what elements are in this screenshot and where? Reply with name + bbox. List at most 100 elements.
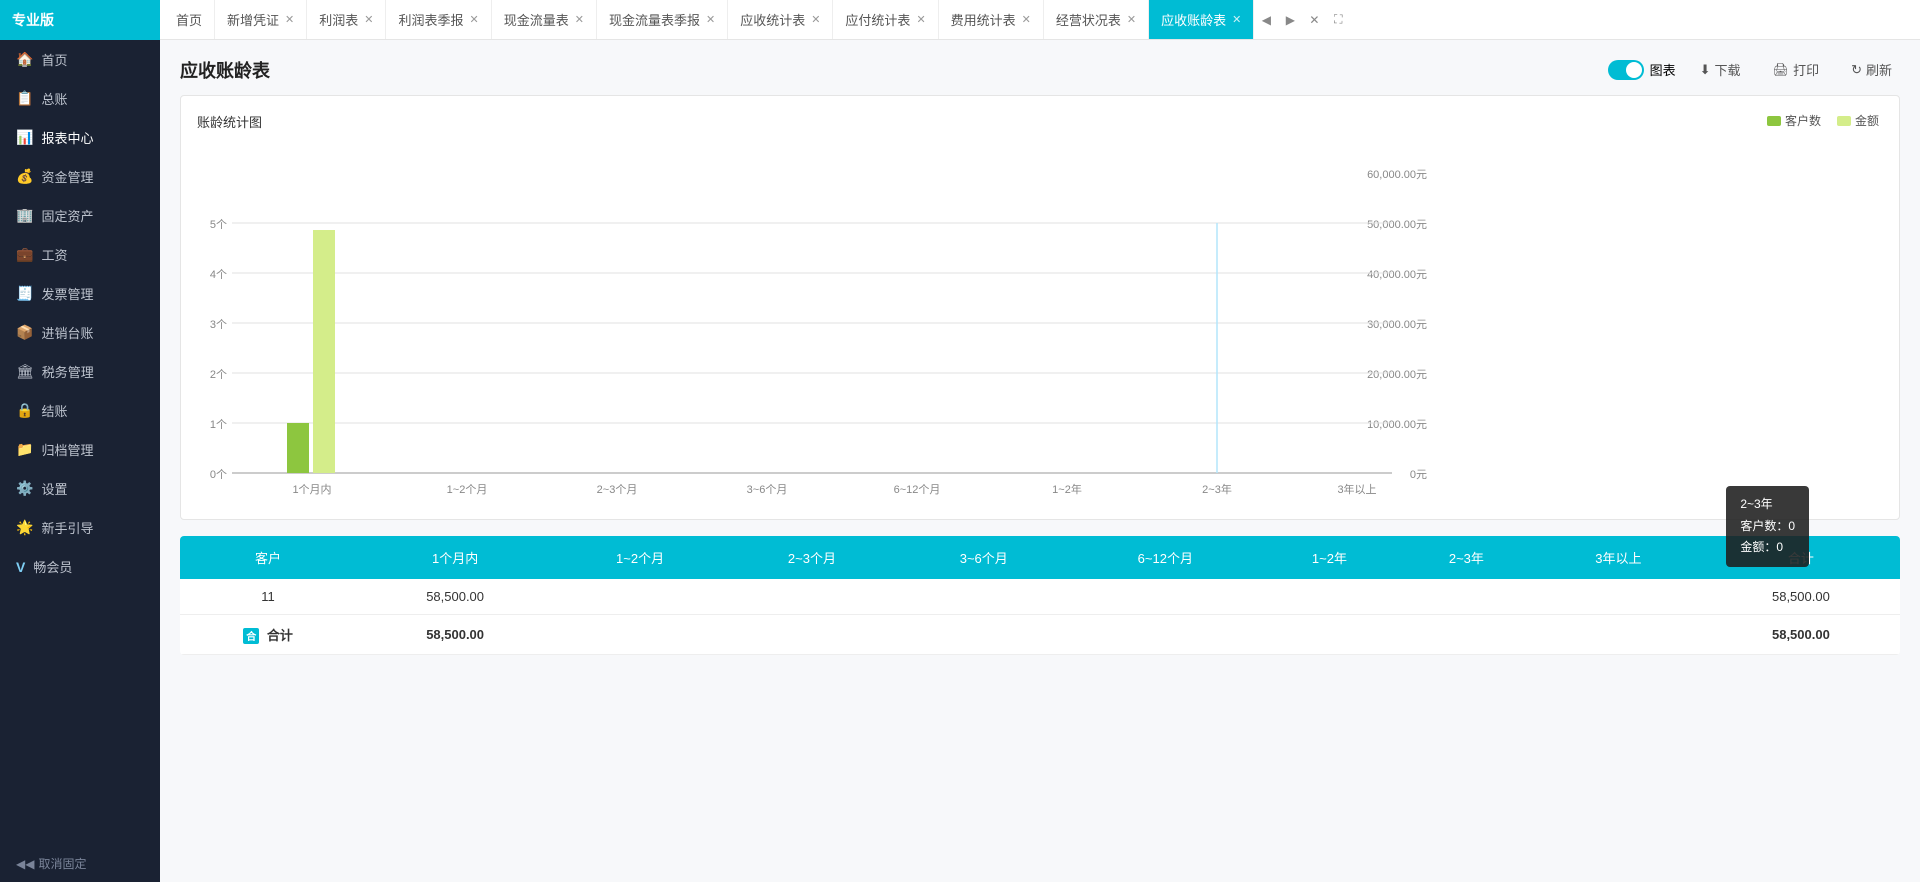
tab-bar: 首页 新增凭证 ✕ 利润表 ✕ 利润表季报 ✕ 现金流量表 ✕ 现金流量表季报 … [160, 0, 1920, 40]
svg-text:50,000.00元: 50,000.00元 [1367, 219, 1427, 231]
svg-text:1个: 1个 [210, 418, 227, 431]
tab-receivable-stat[interactable]: 应收统计表 ✕ [728, 0, 833, 40]
sidebar-item-close[interactable]: 🔒 结账 [0, 391, 160, 430]
sidebar-item-home[interactable]: 🏠 首页 [0, 40, 160, 79]
toggle-label: 图表 [1650, 60, 1676, 79]
tab-scroll-left[interactable]: ◀ [1254, 0, 1278, 40]
svg-text:40,000.00元: 40,000.00元 [1367, 269, 1427, 281]
tab-aging-close[interactable]: ✕ [1232, 13, 1241, 26]
tab-voucher[interactable]: 新增凭证 ✕ [215, 0, 307, 40]
tab-maximize[interactable]: ⛶ [1326, 0, 1350, 40]
tab-scroll-right[interactable]: ▶ [1278, 0, 1302, 40]
tab-operation[interactable]: 经营状况表 ✕ [1044, 0, 1149, 40]
svg-text:6~12个月: 6~12个月 [894, 483, 941, 496]
home-icon: 🏠 [16, 51, 33, 68]
col-m1: 1个月内 [356, 536, 554, 579]
sidebar-item-label: 畅会员 [33, 557, 72, 576]
print-button[interactable]: 🖨 打印 [1765, 56, 1828, 83]
sidebar-item-ledger[interactable]: 📋 总账 [0, 79, 160, 118]
gear-icon: ⚙️ [16, 480, 33, 497]
chart-container: 账龄统计图 客户数 金额 0个 1个 2个 3个 4个 [180, 95, 1900, 520]
tab-cashflow[interactable]: 现金流量表 ✕ [492, 0, 597, 40]
tab-payable-stat-close[interactable]: ✕ [916, 13, 925, 26]
sidebar-item-stock[interactable]: 📦 进销台账 [0, 313, 160, 352]
sidebar-item-guide[interactable]: 🌟 新手引导 [0, 508, 160, 547]
sidebar-item-label: 资金管理 [41, 167, 93, 186]
svg-text:1~2个月: 1~2个月 [447, 483, 488, 496]
cell-y1-2 [1261, 579, 1398, 615]
invoice-icon: 🧾 [16, 285, 33, 302]
svg-text:2~3年: 2~3年 [1202, 482, 1232, 496]
tab-expense-stat[interactable]: 费用统计表 ✕ [939, 0, 1044, 40]
tab-receivable-stat-label: 应收统计表 [740, 10, 805, 29]
tab-cashflow-close[interactable]: ✕ [575, 13, 584, 26]
chart-toggle[interactable]: 图表 [1608, 60, 1676, 80]
tab-operation-label: 经营状况表 [1056, 10, 1121, 29]
tab-aging-label: 应收账龄表 [1161, 10, 1226, 29]
tab-payable-stat-label: 应付统计表 [845, 10, 910, 29]
tab-voucher-label: 新增凭证 [227, 10, 279, 29]
page-title: 应收账龄表 [180, 57, 270, 83]
tab-expense-stat-close[interactable]: ✕ [1022, 13, 1031, 26]
tab-profit-quarterly-close[interactable]: ✕ [470, 13, 479, 26]
sidebar-item-reports[interactable]: 📊 报表中心 [0, 118, 160, 157]
total-m6-12 [1070, 615, 1261, 655]
bar-amount-1month [313, 230, 335, 473]
tooltip-header: 2~3年 [1740, 494, 1795, 516]
tab-profit-quarterly[interactable]: 利润表季报 ✕ [386, 0, 491, 40]
left-arrow-icon: ◀◀ [16, 857, 34, 871]
tooltip-customers-visible: 客户数：0 [1740, 516, 1795, 538]
total-icon: 合 [243, 628, 259, 644]
sidebar-item-assets[interactable]: 🏢 固定资产 [0, 196, 160, 235]
total-y3plus [1535, 615, 1702, 655]
tab-home[interactable]: 首页 [164, 0, 215, 40]
tab-voucher-close[interactable]: ✕ [285, 13, 294, 26]
cell-m2-3 [726, 579, 898, 615]
chart-svg: 0个 1个 2个 3个 4个 5个 0元 10,000.00元 20,000.0… [197, 143, 1437, 503]
sidebar-unpin-button[interactable]: ◀◀ 取消固定 [0, 845, 160, 882]
legend-amount-color [1837, 116, 1851, 126]
svg-text:60,000.00元: 60,000.00元 [1367, 169, 1427, 181]
bar-customers-1month [287, 423, 309, 473]
cell-total: 58,500.00 [1702, 579, 1900, 615]
col-m2-3: 2~3个月 [726, 536, 898, 579]
download-button[interactable]: ⬇ 下载 [1692, 56, 1749, 83]
refresh-button[interactable]: ↻ 刷新 [1843, 56, 1900, 83]
sidebar-item-tax[interactable]: 🏛 税务管理 [0, 352, 160, 391]
refresh-label: 刷新 [1866, 60, 1892, 79]
svg-text:5个: 5个 [210, 218, 227, 231]
sidebar-item-invoice[interactable]: 🧾 发票管理 [0, 274, 160, 313]
tab-cashflow-quarterly-close[interactable]: ✕ [706, 13, 715, 26]
sidebar: 专业版 🏠 首页 📋 总账 📊 报表中心 💰 资金管理 🏢 固定资产 💼 工资 … [0, 0, 160, 882]
tab-close-all[interactable]: ✕ [1302, 0, 1326, 40]
sidebar-item-label: 进销台账 [41, 323, 93, 342]
sidebar-item-label: 发票管理 [41, 284, 93, 303]
sidebar-item-settings[interactable]: ⚙️ 设置 [0, 469, 160, 508]
tab-receivable-stat-close[interactable]: ✕ [811, 13, 820, 26]
svg-text:0元: 0元 [1410, 469, 1427, 481]
sidebar-item-archive[interactable]: 📁 归档管理 [0, 430, 160, 469]
cell-y2-3 [1398, 579, 1535, 615]
tab-profit-close[interactable]: ✕ [364, 13, 373, 26]
sidebar-item-funds[interactable]: 💰 资金管理 [0, 157, 160, 196]
aging-table: 客户 1个月内 1~2个月 2~3个月 3~6个月 6~12个月 1~2年 2~… [180, 536, 1900, 655]
print-icon: 🖨 [1773, 62, 1790, 78]
guide-icon: 🌟 [16, 519, 33, 536]
col-y1-2: 1~2年 [1261, 536, 1398, 579]
page-actions: 图表 ⬇ 下载 🖨 打印 ↻ 刷新 [1608, 56, 1900, 83]
tab-operation-close[interactable]: ✕ [1127, 13, 1136, 26]
tab-cashflow-quarterly[interactable]: 现金流量表季报 ✕ [597, 0, 728, 40]
svg-text:1个月内: 1个月内 [292, 482, 331, 496]
svg-text:3年以上: 3年以上 [1337, 482, 1376, 496]
chart-legend: 客户数 金额 [1767, 112, 1879, 129]
tab-payable-stat[interactable]: 应付统计表 ✕ [833, 0, 938, 40]
total-label-cell: 合 合计 [180, 615, 356, 655]
sidebar-item-label: 归档管理 [41, 440, 93, 459]
sidebar-item-label: 结账 [41, 401, 67, 420]
sidebar-item-salary[interactable]: 💼 工资 [0, 235, 160, 274]
svg-text:20,000.00元: 20,000.00元 [1367, 369, 1427, 381]
sidebar-item-vip[interactable]: V 畅会员 [0, 547, 160, 586]
sidebar-item-label: 新手引导 [41, 518, 93, 537]
tab-profit[interactable]: 利润表 ✕ [307, 0, 386, 40]
tab-aging[interactable]: 应收账龄表 ✕ [1149, 0, 1254, 40]
